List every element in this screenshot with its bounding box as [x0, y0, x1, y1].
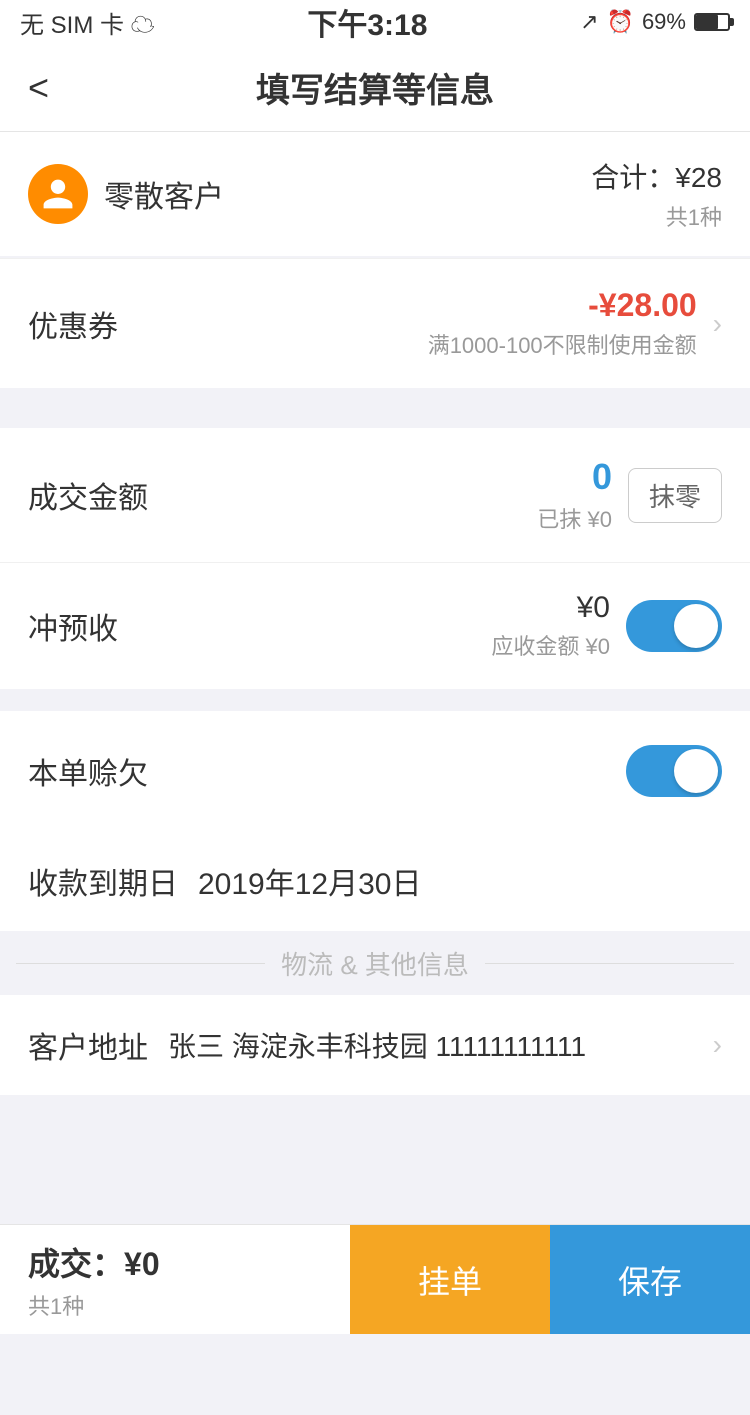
bottom-info: 成交：¥0 共1种 — [0, 1225, 350, 1334]
debt-section: 本单赊欠 收款到期日 2019年12月30日 — [0, 711, 750, 931]
status-right: ↗ ⏰ 69% — [580, 9, 730, 35]
prepay-receivable-text: 应收金额 ¥0 — [491, 629, 610, 661]
save-button[interactable]: 保存 — [550, 1225, 750, 1334]
bottom-deal-text: 成交：¥0 — [28, 1239, 322, 1285]
person-icon — [40, 176, 76, 212]
debt-label: 本单赊欠 — [28, 749, 148, 793]
location-icon: ↗ — [580, 9, 598, 35]
coupon-label: 优惠券 — [28, 302, 118, 346]
hang-button[interactable]: 挂单 — [350, 1225, 550, 1334]
customer-name: 零散客户 — [104, 172, 224, 216]
debt-toggle-knob — [674, 749, 718, 793]
sim-wifi-label: 无 SIM 卡 ☁ — [20, 5, 155, 40]
bottom-bar: 成交：¥0 共1种 挂单 保存 — [0, 1224, 750, 1334]
deal-amount-label: 成交金额 — [28, 473, 148, 517]
customer-total: 合计：¥28 — [591, 156, 722, 196]
back-button[interactable]: < — [28, 67, 49, 109]
customer-count: 共1种 — [591, 200, 722, 232]
customer-section: 零散客户 合计：¥28 共1种 — [0, 132, 750, 256]
logistics-line-left — [16, 963, 265, 964]
content-area: 零散客户 合计：¥28 共1种 优惠券 -¥28.00 满1000-100不限制… — [0, 132, 750, 1415]
already-zero-text: 已抹 ¥0 — [537, 502, 612, 534]
prepay-toggle[interactable] — [626, 600, 722, 652]
debt-row: 本单赊欠 — [0, 711, 750, 831]
logistics-line-right — [485, 963, 734, 964]
customer-right: 合计：¥28 共1种 — [591, 156, 722, 232]
deal-amount-section: 成交金额 0 已抹 ¥0 抹零 冲预收 ¥0 应收金额 ¥0 — [0, 428, 750, 689]
bottom-deal-amount: ¥0 — [124, 1246, 160, 1282]
prepay-right: ¥0 应收金额 ¥0 — [491, 591, 722, 661]
deal-amount-col: 0 已抹 ¥0 — [537, 456, 612, 534]
address-chevron-icon: › — [713, 1029, 722, 1061]
coupon-right: -¥28.00 满1000-100不限制使用金额 › — [428, 287, 722, 360]
deal-amount-value: 0 — [537, 456, 612, 498]
prepay-label: 冲预收 — [28, 604, 118, 648]
address-value: 张三 海淀永丰科技园 11111111111 — [168, 1025, 713, 1065]
page-title: 填写结算等信息 — [256, 63, 494, 112]
divider-1 — [0, 408, 750, 428]
bottom-count-text: 共1种 — [28, 1289, 322, 1321]
status-bar: 无 SIM 卡 ☁ 下午3:18 ↗ ⏰ 69% — [0, 0, 750, 44]
prepay-amount-value: ¥0 — [491, 591, 610, 625]
address-section[interactable]: 客户地址 张三 海淀永丰科技园 11111111111 › — [0, 995, 750, 1095]
address-label: 客户地址 — [28, 1023, 148, 1067]
logistics-divider: 物流 & 其他信息 — [0, 933, 750, 993]
status-left: 无 SIM 卡 ☁ — [20, 5, 155, 40]
coupon-section[interactable]: 优惠券 -¥28.00 满1000-100不限制使用金额 › — [0, 258, 750, 388]
battery-label: 69% — [642, 9, 686, 35]
customer-avatar — [28, 164, 88, 224]
deal-amount-right: 0 已抹 ¥0 抹零 — [537, 456, 722, 534]
round-zero-button[interactable]: 抹零 — [628, 468, 722, 523]
divider-2 — [0, 691, 750, 711]
alarm-icon: ⏰ — [607, 9, 634, 35]
status-time: 下午3:18 — [307, 0, 427, 44]
debt-toggle[interactable] — [626, 745, 722, 797]
due-date-value: 2019年12月30日 — [198, 859, 421, 903]
toggle-knob — [674, 604, 718, 648]
coupon-discount: -¥28.00 — [428, 287, 697, 324]
bottom-deal-label: 成交： — [28, 1246, 124, 1282]
nav-bar: < 填写结算等信息 — [0, 44, 750, 132]
coupon-desc: 满1000-100不限制使用金额 — [428, 328, 697, 360]
customer-left: 零散客户 — [28, 164, 224, 224]
coupon-info: -¥28.00 满1000-100不限制使用金额 — [428, 287, 697, 360]
prepay-amount-col: ¥0 应收金额 ¥0 — [491, 591, 610, 661]
logistics-label: 物流 & 其他信息 — [281, 945, 469, 982]
battery-icon — [694, 13, 730, 31]
due-date-row: 收款到期日 2019年12月30日 — [0, 831, 750, 931]
prepay-row: 冲预收 ¥0 应收金额 ¥0 — [0, 563, 750, 689]
deal-amount-row: 成交金额 0 已抹 ¥0 抹零 — [0, 428, 750, 563]
due-date-label: 收款到期日 — [28, 859, 178, 903]
coupon-chevron-icon: › — [713, 308, 722, 340]
